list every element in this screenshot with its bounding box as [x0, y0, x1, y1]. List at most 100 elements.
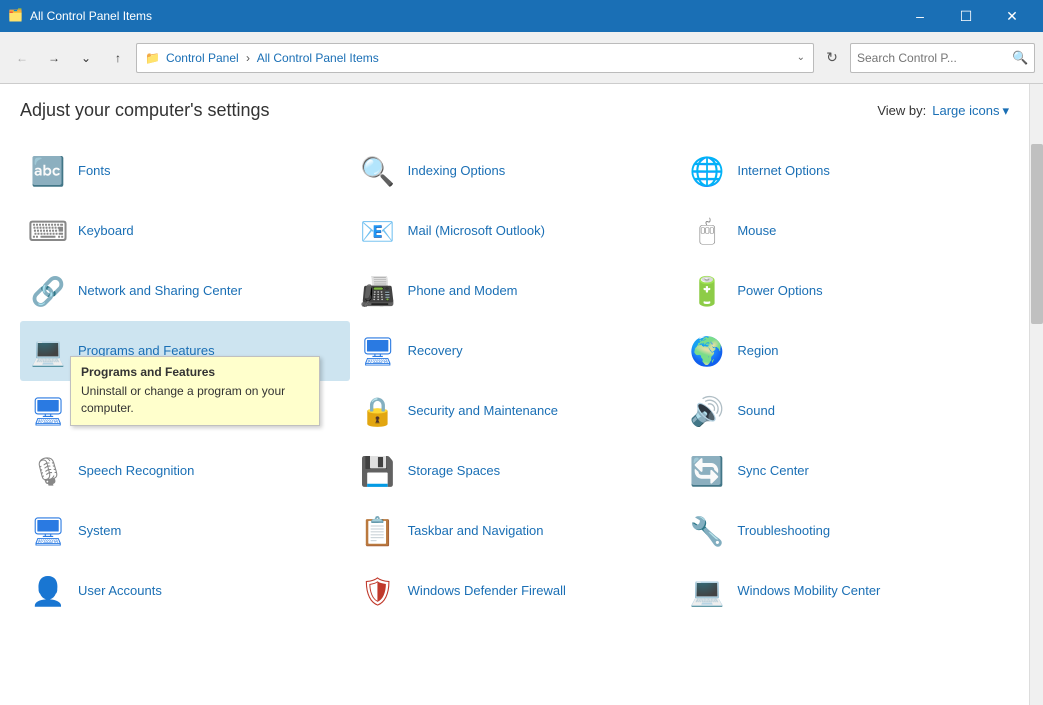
mobility-icon: 💻 [687, 571, 727, 611]
fonts-icon: 🔤 [28, 151, 68, 191]
speech-label: Speech Recognition [78, 463, 194, 480]
panel-item-troubleshoot[interactable]: 🔧 Troubleshooting [679, 501, 1009, 561]
sync-icon: 🔄 [687, 451, 727, 491]
view-by: View by: Large icons ▾ [877, 103, 1009, 119]
page-header: Adjust your computer's settings View by:… [20, 100, 1009, 121]
page-title: Adjust your computer's settings [20, 100, 270, 121]
panel-item-taskbar[interactable]: 📋Taskbar and Navigation [350, 501, 680, 561]
address-path: Control Panel › All Control Panel Items [166, 51, 791, 65]
tooltip-title: Programs and Features [81, 365, 309, 379]
title-bar: 🗂️ All Control Panel Items – ☐ ✕ [0, 0, 1043, 32]
system-icon: 🖥 [28, 511, 68, 551]
breadcrumb-part1[interactable]: Control Panel [166, 51, 239, 65]
network-label: Network and Sharing Center [78, 283, 242, 300]
storage-icon: 💾 [358, 451, 398, 491]
panel-item-phone[interactable]: 📠 Phone and Modem [350, 261, 680, 321]
panel-item-recovery[interactable]: 🖥 Recovery [350, 321, 680, 381]
recovery-icon: 🖥 [358, 331, 398, 371]
mobility-label: Windows Mobility Center [737, 583, 880, 600]
panel-item-system[interactable]: 🖥 System [20, 501, 350, 561]
defender-label: Windows Defender Firewall [408, 583, 566, 600]
panel-item-speech[interactable]: 🎙 Speech Recognition [20, 441, 350, 501]
window-title: All Control Panel Items [30, 9, 897, 23]
up-button[interactable]: ↑ [104, 44, 132, 72]
minimize-button[interactable]: – [897, 0, 943, 32]
panel-item-sync[interactable]: 🔄 Sync Center [679, 441, 1009, 501]
sound-label: Sound [737, 403, 775, 420]
security-icon: 🔒 [358, 391, 398, 431]
address-bar: ← → ⌄ ↑ 📁 Control Panel › All Control Pa… [0, 32, 1043, 84]
network-icon: 🔗 [28, 271, 68, 311]
programs-icon: 💻 [28, 331, 68, 371]
sound-icon: 🔊 [687, 391, 727, 431]
phone-icon: 📠 [358, 271, 398, 311]
panel-item-region[interactable]: 🌍 Region [679, 321, 1009, 381]
panel-item-mobility[interactable]: 💻 Windows Mobility Center [679, 561, 1009, 621]
speech-icon: 🎙 [28, 451, 68, 491]
recovery-label: Recovery [408, 343, 463, 360]
user-icon: 👤 [28, 571, 68, 611]
panel-item-remote[interactable]: 🖥 Remote Desktop Connection [20, 381, 350, 441]
search-input[interactable] [857, 51, 1012, 65]
user-label: User Accounts [78, 583, 162, 600]
panel-item-defender[interactable]: 🛡 Windows Defender Firewall [350, 561, 680, 621]
region-label: Region [737, 343, 778, 360]
power-icon: 🔋 [687, 271, 727, 311]
remote-label: Remote Desktop Connection [78, 403, 244, 420]
search-box[interactable]: 🔍 [850, 43, 1035, 73]
mail-icon: 📧 [358, 211, 398, 251]
sync-label: Sync Center [737, 463, 809, 480]
maximize-button[interactable]: ☐ [943, 0, 989, 32]
scrollbar[interactable] [1029, 84, 1043, 705]
internet-label: Internet Options [737, 163, 830, 180]
panel-item-indexing[interactable]: 🔍 Indexing Options [350, 141, 680, 201]
address-chevron-icon[interactable]: ⌄ [797, 52, 805, 63]
indexing-label: Indexing Options [408, 163, 506, 180]
scrollbar-thumb[interactable] [1031, 144, 1043, 324]
panel-item-power[interactable]: 🔋Power Options [679, 261, 1009, 321]
defender-icon: 🛡 [358, 571, 398, 611]
system-label: System [78, 523, 121, 540]
phone-label: Phone and Modem [408, 283, 518, 300]
mail-label: Mail (Microsoft Outlook) [408, 223, 545, 240]
panel-item-network[interactable]: 🔗 Network and Sharing Center [20, 261, 350, 321]
troubleshoot-label: Troubleshooting [737, 523, 830, 540]
panel-item-keyboard[interactable]: ⌨Keyboard [20, 201, 350, 261]
view-by-label: View by: [877, 103, 926, 118]
troubleshoot-icon: 🔧 [687, 511, 727, 551]
address-field[interactable]: 📁 Control Panel › All Control Panel Item… [136, 43, 814, 73]
view-by-chevron-icon: ▾ [1002, 103, 1009, 119]
recent-button[interactable]: ⌄ [72, 44, 100, 72]
panel-item-storage[interactable]: 💾 Storage Spaces [350, 441, 680, 501]
remote-icon: 🖥 [28, 391, 68, 431]
taskbar-label: Taskbar and Navigation [408, 523, 544, 540]
panel-item-internet[interactable]: 🌐 Internet Options [679, 141, 1009, 201]
keyboard-label: Keyboard [78, 223, 134, 240]
internet-icon: 🌐 [687, 151, 727, 191]
window-icon: 🗂️ [8, 8, 24, 24]
close-button[interactable]: ✕ [989, 0, 1035, 32]
fonts-label: Fonts [78, 163, 111, 180]
panel-item-user[interactable]: 👤 User Accounts [20, 561, 350, 621]
region-icon: 🌍 [687, 331, 727, 371]
panel-item-mouse[interactable]: 🖱 Mouse [679, 201, 1009, 261]
main-area: Adjust your computer's settings View by:… [0, 84, 1043, 705]
mouse-icon: 🖱 [687, 211, 727, 251]
panel-item-programs[interactable]: 💻Programs and FeaturesPrograms and Featu… [20, 321, 350, 381]
panel-item-security[interactable]: 🔒 Security and Maintenance [350, 381, 680, 441]
indexing-icon: 🔍 [358, 151, 398, 191]
view-by-link[interactable]: Large icons ▾ [932, 103, 1009, 119]
address-icon: 📁 [145, 51, 160, 65]
storage-label: Storage Spaces [408, 463, 501, 480]
back-button[interactable]: ← [8, 44, 36, 72]
panel-item-mail[interactable]: 📧 Mail (Microsoft Outlook) [350, 201, 680, 261]
forward-button[interactable]: → [40, 44, 68, 72]
search-icon[interactable]: 🔍 [1012, 50, 1028, 66]
refresh-button[interactable]: ↻ [818, 44, 846, 72]
window-controls: – ☐ ✕ [897, 0, 1035, 32]
mouse-label: Mouse [737, 223, 776, 240]
panel-item-sound[interactable]: 🔊 Sound [679, 381, 1009, 441]
security-label: Security and Maintenance [408, 403, 558, 420]
breadcrumb-part2[interactable]: All Control Panel Items [257, 51, 379, 65]
panel-item-fonts[interactable]: 🔤 Fonts [20, 141, 350, 201]
